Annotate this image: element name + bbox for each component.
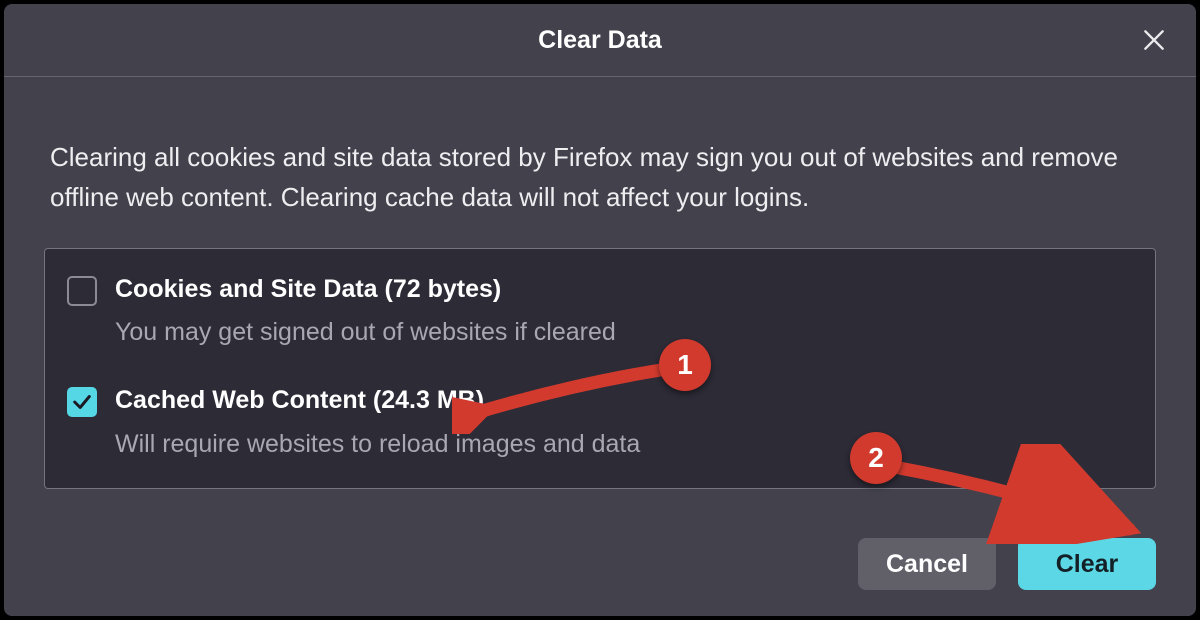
clear-data-dialog: Clear Data Clearing all cookies and site… [4,4,1196,616]
close-button[interactable] [1138,24,1170,56]
cookies-checkbox[interactable] [67,276,97,306]
cancel-button[interactable]: Cancel [858,538,996,590]
cache-sub: Will require websites to reload images a… [115,428,1133,462]
annotation-badge-2: 2 [850,432,902,484]
cookies-sub: You may get signed out of websites if cl… [115,316,1133,350]
annotation-badge-1: 1 [659,339,711,391]
clear-button[interactable]: Clear [1018,538,1156,590]
dialog-title: Clear Data [538,26,662,55]
check-icon [71,391,93,413]
option-cookies[interactable]: Cookies and Site Data (72 bytes) You may… [67,273,1133,351]
cookies-text: Cookies and Site Data (72 bytes) You may… [115,273,1133,351]
cache-checkbox[interactable] [67,387,97,417]
dialog-description: Clearing all cookies and site data store… [50,137,1150,218]
cache-label: Cached Web Content (24.3 MB) [115,384,1133,418]
dialog-body: Clearing all cookies and site data store… [4,77,1196,489]
close-icon [1141,27,1167,53]
option-cache[interactable]: Cached Web Content (24.3 MB) Will requir… [67,384,1133,462]
dialog-footer: Cancel Clear [858,538,1156,590]
cookies-label: Cookies and Site Data (72 bytes) [115,273,1133,307]
options-panel: Cookies and Site Data (72 bytes) You may… [44,248,1156,489]
dialog-titlebar: Clear Data [4,4,1196,77]
cache-text: Cached Web Content (24.3 MB) Will requir… [115,384,1133,462]
